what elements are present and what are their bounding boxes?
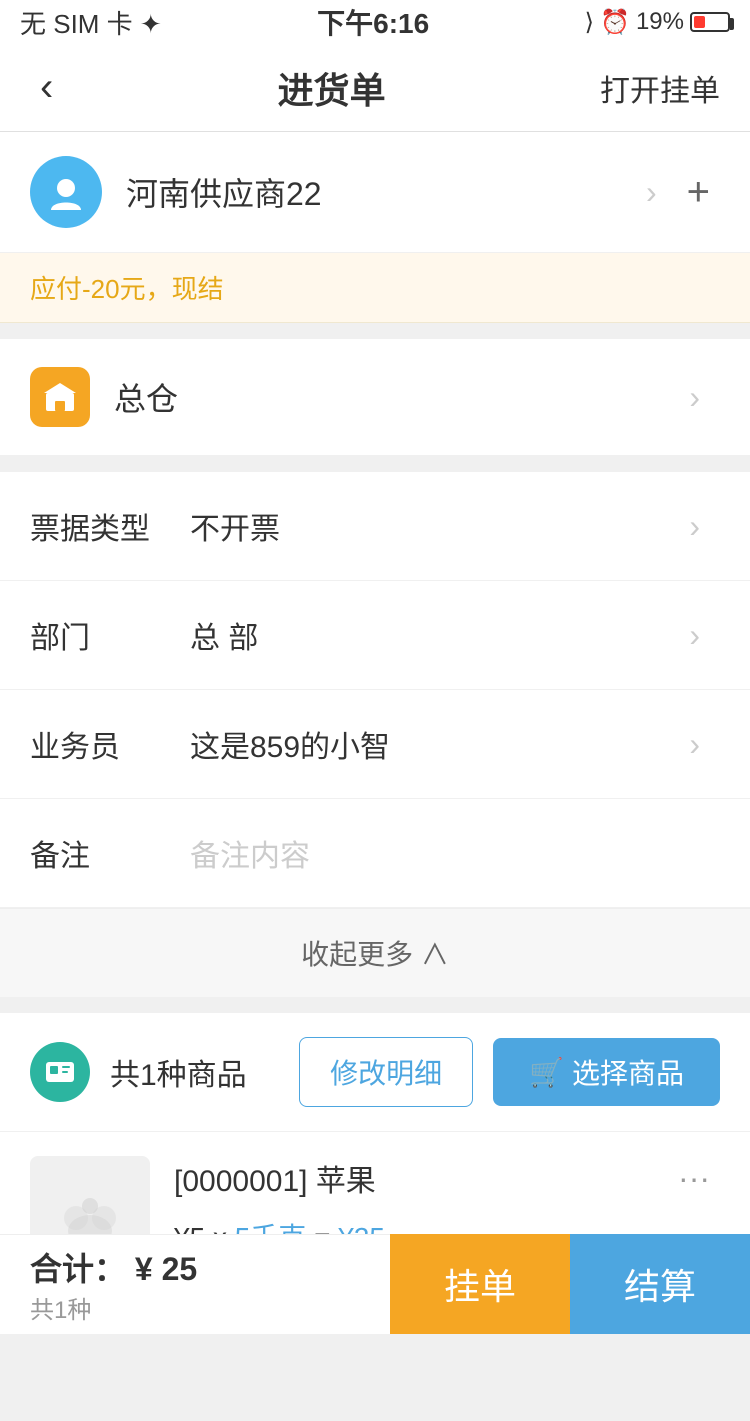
product-more-button[interactable]: ··· bbox=[668, 1156, 720, 1201]
supplier-chevron-icon: › bbox=[646, 174, 657, 211]
status-left: 无 SIM 卡 ✦ bbox=[20, 4, 162, 41]
nav-bar: ‹ 进货单 打开挂单 bbox=[0, 44, 750, 132]
battery-icon bbox=[690, 12, 730, 32]
location-icon: ⟩ bbox=[585, 8, 594, 37]
status-time: 下午6:16 bbox=[317, 2, 429, 42]
supplier-avatar bbox=[30, 156, 102, 228]
invoice-type-label: 票据类型 bbox=[30, 504, 190, 548]
salesperson-value: 这是859的小智 bbox=[190, 722, 689, 766]
remark-row[interactable]: 备注 备注内容 bbox=[0, 799, 750, 908]
total-count: 共1种 bbox=[30, 1290, 360, 1325]
invoice-type-chevron-icon: › bbox=[689, 508, 700, 545]
remark-label: 备注 bbox=[30, 831, 190, 875]
remark-input[interactable]: 备注内容 bbox=[190, 831, 720, 875]
products-header: 共1种商品 修改明细 🛒 选择商品 bbox=[0, 1013, 750, 1132]
salesperson-chevron-icon: › bbox=[689, 726, 700, 763]
collapse-button[interactable]: 收起更多 ∧ bbox=[0, 908, 750, 997]
bottom-bar: 合计： ¥ 25 共1种 挂单 结算 bbox=[0, 1234, 750, 1334]
department-label: 部门 bbox=[30, 613, 190, 657]
product-name: [0000001] 苹果 bbox=[174, 1156, 668, 1200]
products-count: 共1种商品 bbox=[110, 1050, 299, 1094]
supplier-name: 河南供应商22 bbox=[126, 169, 646, 215]
salesperson-label: 业务员 bbox=[30, 722, 190, 766]
status-right: ⟩ ⏰ 19% bbox=[585, 8, 730, 37]
hold-button[interactable]: 挂单 bbox=[390, 1234, 570, 1334]
cart-icon: 🛒 bbox=[529, 1056, 564, 1089]
invoice-type-row[interactable]: 票据类型 不开票 › bbox=[0, 472, 750, 581]
warehouse-name: 总仓 bbox=[114, 374, 689, 420]
open-hold-button[interactable]: 打开挂单 bbox=[600, 66, 720, 110]
add-button[interactable]: + bbox=[677, 166, 720, 219]
products-icon bbox=[30, 1042, 90, 1102]
sim-status: 无 SIM 卡 ✦ bbox=[20, 4, 162, 41]
select-product-button[interactable]: 🛒 选择商品 bbox=[493, 1038, 720, 1106]
back-button[interactable]: ‹ bbox=[30, 55, 63, 120]
alarm-icon: ⏰ bbox=[600, 8, 630, 37]
supplier-row[interactable]: 河南供应商22 › + bbox=[0, 132, 750, 253]
department-value: 总 部 bbox=[190, 613, 689, 657]
page-title: 进货单 bbox=[278, 62, 386, 114]
form-section: 票据类型 不开票 › 部门 总 部 › 业务员 这是859的小智 › 备注 备注… bbox=[0, 472, 750, 997]
supplier-notice: 应付-20元，现结 bbox=[0, 253, 750, 323]
edit-detail-button[interactable]: 修改明细 bbox=[299, 1037, 473, 1107]
status-bar: 无 SIM 卡 ✦ 下午6:16 ⟩ ⏰ 19% bbox=[0, 0, 750, 44]
department-row[interactable]: 部门 总 部 › bbox=[0, 581, 750, 690]
department-chevron-icon: › bbox=[689, 617, 700, 654]
main-content: 河南供应商22 › + 应付-20元，现结 总仓 › 票据类型 不开票 › bbox=[0, 132, 750, 1421]
warehouse-row[interactable]: 总仓 › bbox=[0, 339, 750, 456]
salesperson-row[interactable]: 业务员 这是859的小智 › bbox=[0, 690, 750, 799]
total-amount: 合计： ¥ 25 bbox=[30, 1244, 360, 1290]
warehouse-section: 总仓 › bbox=[0, 339, 750, 456]
warehouse-chevron-icon: › bbox=[689, 379, 700, 416]
warehouse-icon bbox=[30, 367, 90, 427]
supplier-section: 河南供应商22 › + 应付-20元，现结 bbox=[0, 132, 750, 323]
checkout-button[interactable]: 结算 bbox=[570, 1234, 750, 1334]
invoice-type-value: 不开票 bbox=[190, 504, 689, 548]
battery-percent: 19% bbox=[636, 8, 684, 36]
total-section: 合计： ¥ 25 共1种 bbox=[0, 1234, 390, 1334]
